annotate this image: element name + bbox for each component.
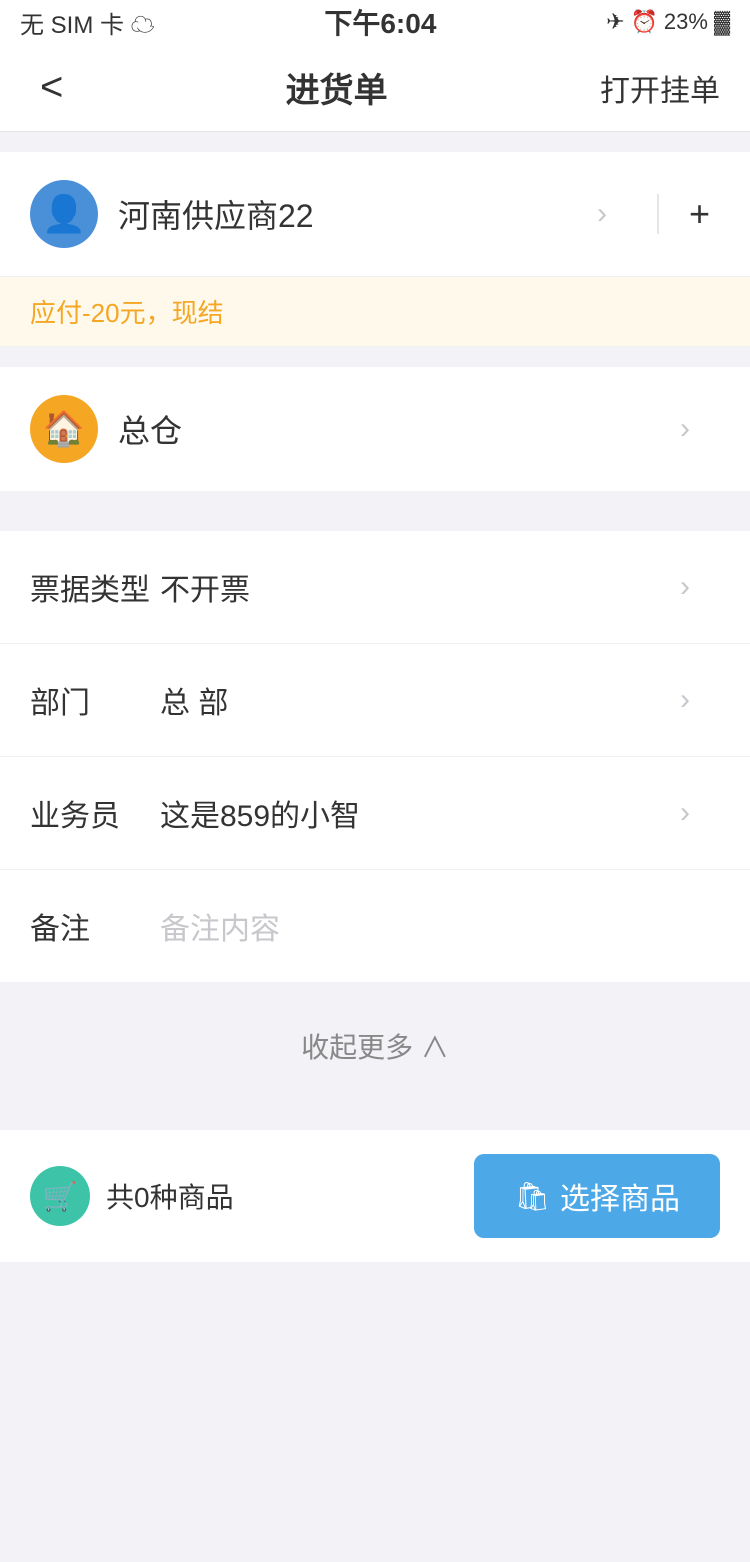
select-btn-icon: 🛍 [514,1180,550,1213]
remark-row[interactable]: 备注 备注内容 [0,870,750,982]
department-row[interactable]: 部门 总 部 › [0,644,750,757]
remark-placeholder: 备注内容 [160,904,720,948]
remark-label: 备注 [30,904,160,948]
warehouse-name: 总仓 [118,406,680,452]
supplier-name: 河南供应商22 [118,191,597,237]
cart-icon: 🛒 [43,1180,78,1213]
gap-1 [0,132,750,152]
warehouse-icon: 🏠 [43,409,85,449]
add-supplier-button[interactable]: + [679,183,720,245]
background-filler [0,1262,750,1562]
location-icon: ✈ [606,9,624,35]
invoice-type-label: 票据类型 [30,565,160,609]
warehouse-section: 🏠 总仓 › [0,367,750,491]
product-count: 共0种商品 [106,1176,474,1216]
gap-4 [0,1090,750,1110]
alarm-icon: ⏰ [631,9,658,35]
battery-icon: ▓ [714,9,730,35]
invoice-type-value: 不开票 [160,565,680,609]
department-value: 总 部 [160,678,680,722]
sim-status: 无 SIM 卡 ☁ [20,5,155,40]
salesman-label: 业务员 [30,791,160,835]
gap-3 [0,491,750,511]
department-chevron-icon: › [680,683,690,717]
warehouse-icon-wrap: 🏠 [30,395,98,463]
salesman-value: 这是859的小智 [160,791,680,835]
department-label: 部门 [30,678,160,722]
invoice-type-row[interactable]: 票据类型 不开票 › [0,531,750,644]
back-button[interactable]: < [30,55,73,120]
collapse-button[interactable]: 收起更多 ∧ [0,1002,750,1090]
page-title: 进货单 [286,63,388,112]
bottom-bar: 🛒 共0种商品 🛍 选择商品 [0,1130,750,1262]
battery-level: 23% [664,9,708,35]
supplier-row[interactable]: 👤 河南供应商22 › + [0,152,750,277]
supplier-section: 👤 河南供应商22 › + 应付-20元，现结 [0,152,750,347]
salesman-row[interactable]: 业务员 这是859的小智 › [0,757,750,870]
gap-2 [0,347,750,367]
status-left: 无 SIM 卡 ☁ [20,5,155,40]
vertical-divider [657,194,659,234]
open-pending-button[interactable]: 打开挂单 [600,66,720,110]
supplier-avatar: 👤 [30,180,98,248]
avatar-icon: 👤 [42,193,87,235]
cart-icon-wrap: 🛒 [30,1166,90,1226]
select-product-button[interactable]: 🛍 选择商品 [474,1154,720,1238]
warehouse-chevron-icon: › [680,412,690,446]
supplier-chevron-icon: › [597,197,607,231]
select-btn-label: 选择商品 [560,1174,680,1218]
invoice-type-chevron-icon: › [680,570,690,604]
salesman-chevron-icon: › [680,796,690,830]
status-time: 下午6:04 [324,2,436,42]
nav-bar: < 进货单 打开挂单 [0,44,750,132]
status-bar: 无 SIM 卡 ☁ 下午6:04 ✈ ⏰ 23% ▓ [0,0,750,44]
warehouse-row[interactable]: 🏠 总仓 › [0,367,750,491]
notice-bar: 应付-20元，现结 [0,277,750,347]
form-section: 票据类型 不开票 › 部门 总 部 › 业务员 这是859的小智 › 备注 备注… [0,531,750,982]
status-right: ✈ ⏰ 23% ▓ [606,9,730,35]
